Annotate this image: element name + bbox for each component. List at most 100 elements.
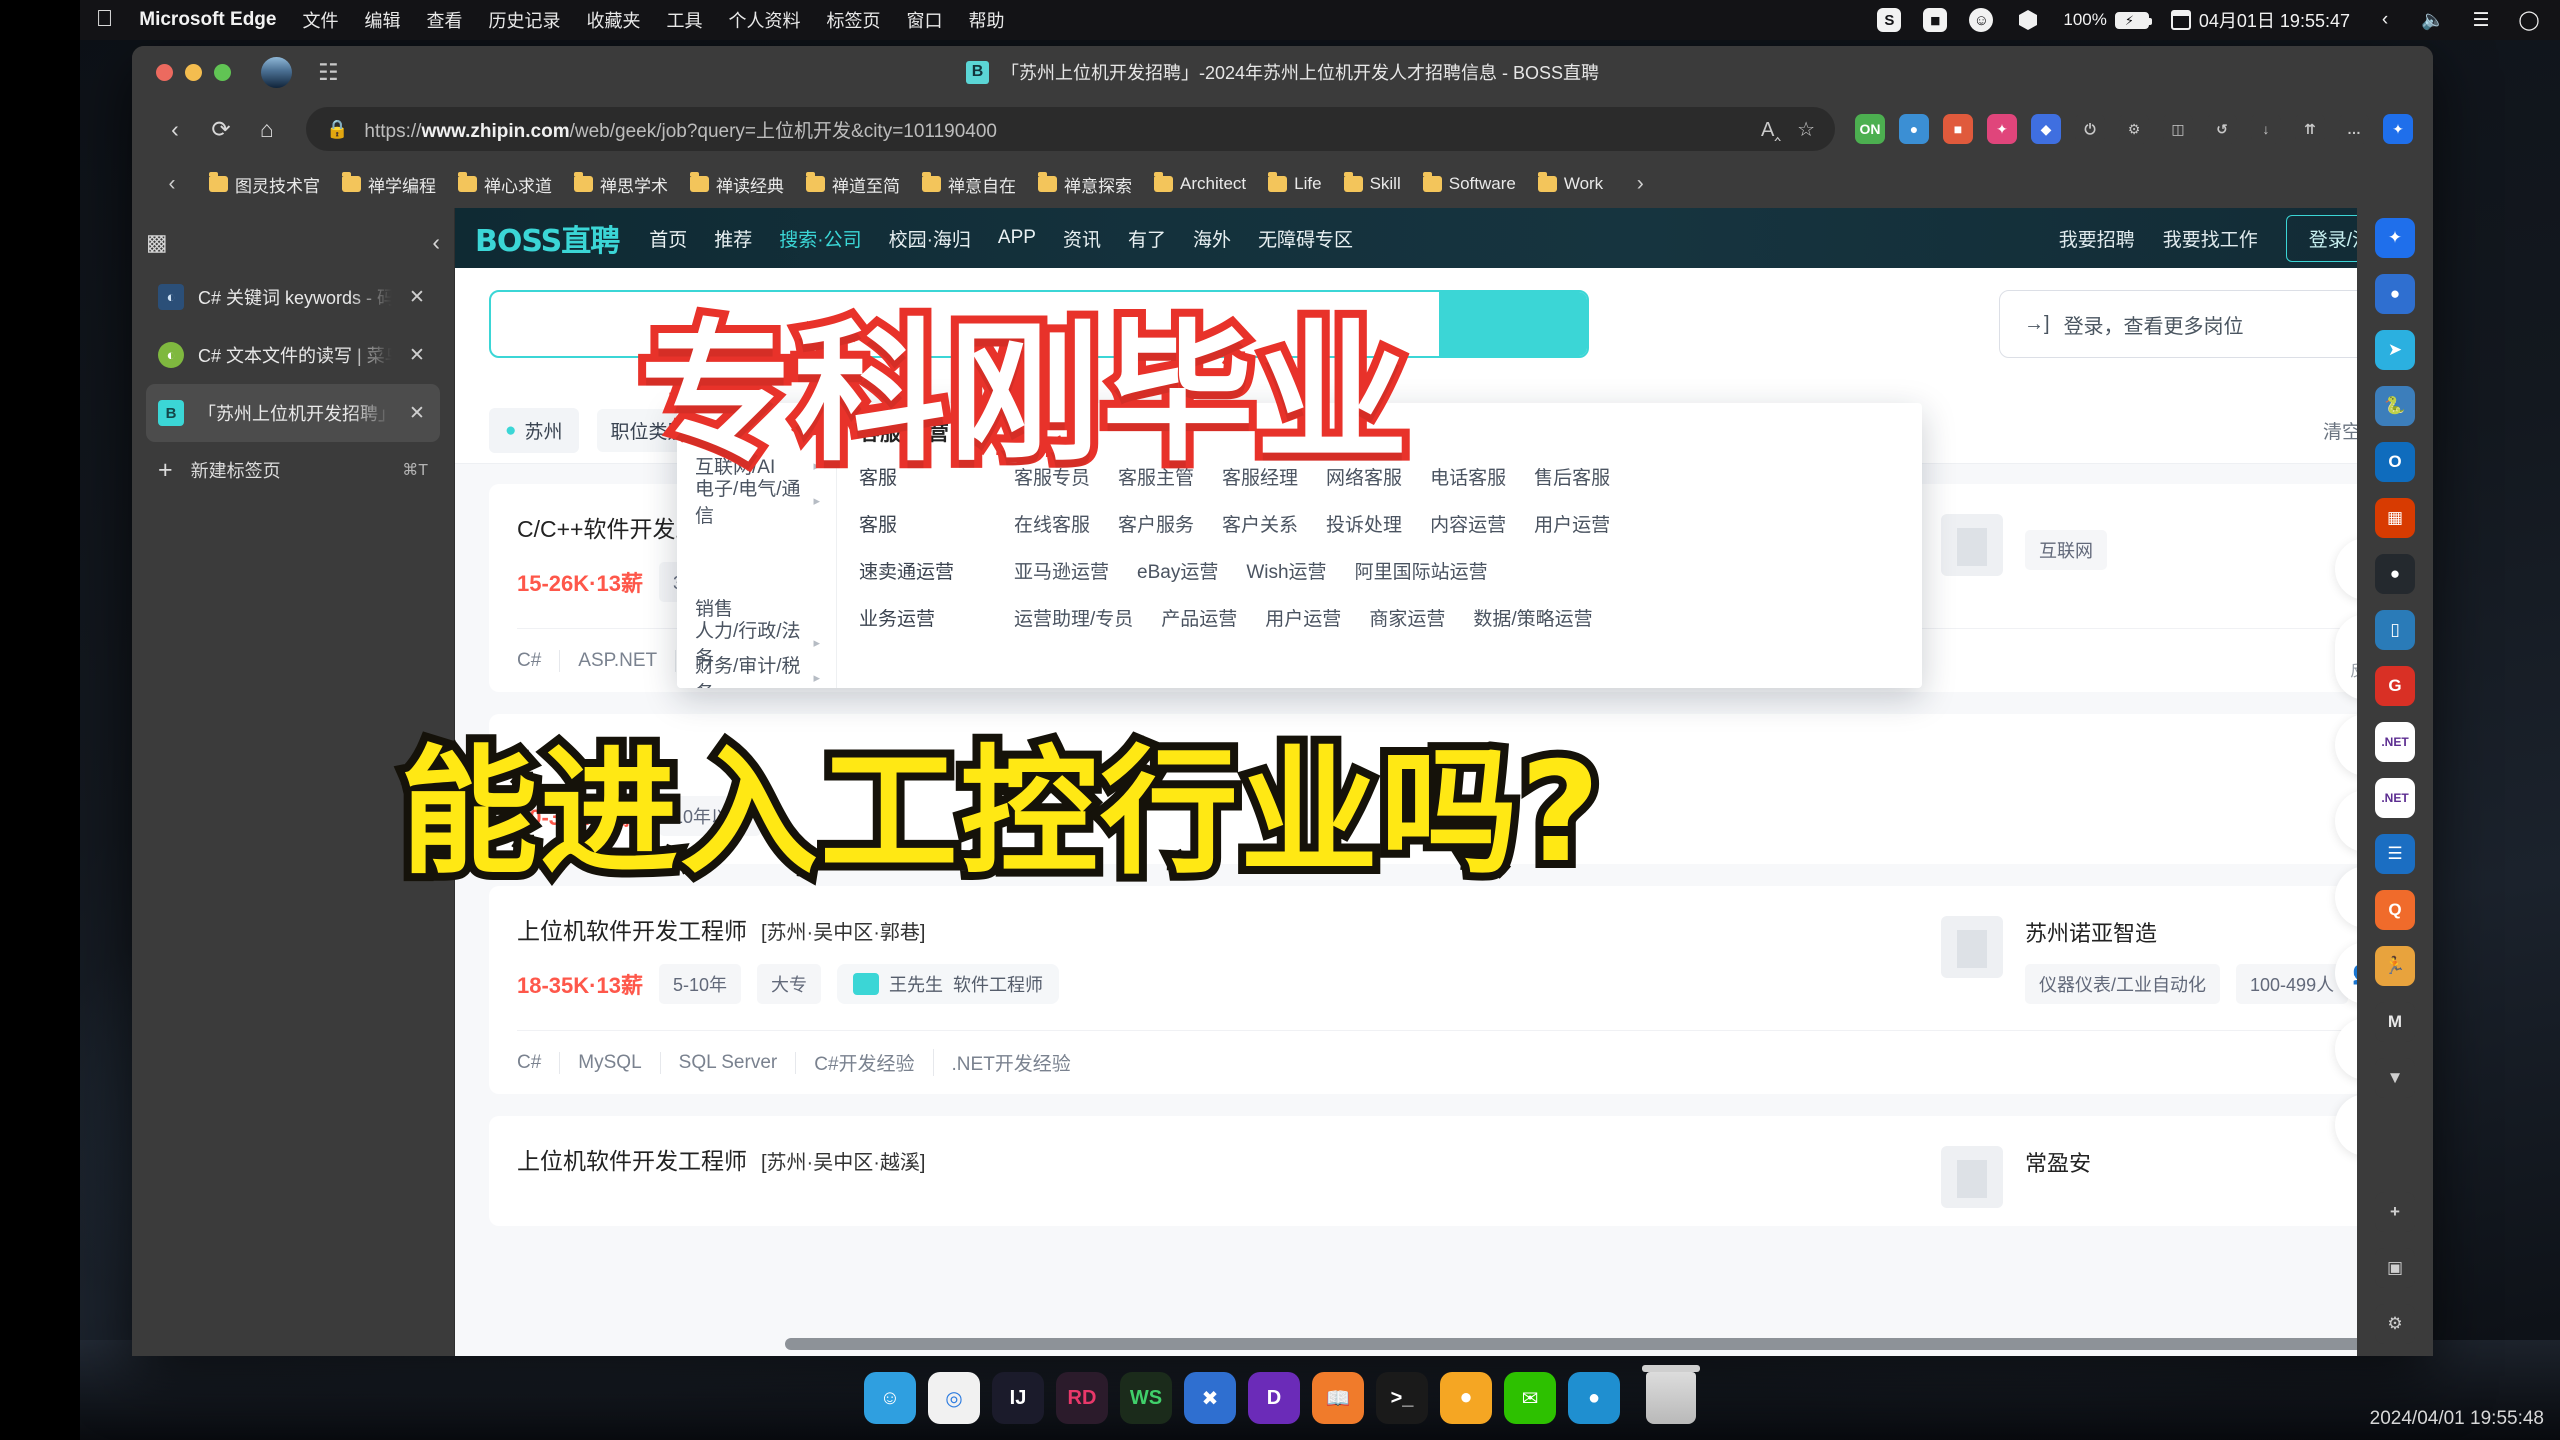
dropdown-option[interactable]: 客户关系 xyxy=(1222,510,1298,537)
close-tab-icon[interactable]: ✕ xyxy=(406,286,428,309)
back-button[interactable]: ‹ xyxy=(152,106,198,152)
workspaces-icon[interactable]: ☷ xyxy=(318,59,339,86)
home-button[interactable]: ⌂ xyxy=(244,106,290,152)
m-icon[interactable]: M xyxy=(2375,1002,2415,1042)
settings-extension-icon[interactable]: ⚙ xyxy=(2119,114,2149,144)
runner-icon[interactable]: 🏃 xyxy=(2375,946,2415,986)
on-extension-icon[interactable]: ON xyxy=(1855,114,1885,144)
close-window-button[interactable] xyxy=(156,63,173,81)
volume-icon[interactable]: 🔈 xyxy=(2420,7,2446,33)
nav-campus[interactable]: 校园·海归 xyxy=(889,225,971,252)
settings-icon[interactable]: ⚙ xyxy=(2375,1304,2415,1344)
dock-app-webstorm[interactable]: WS xyxy=(1120,1372,1172,1424)
new-tab-button[interactable]: + 新建标签页 ⌘T xyxy=(146,442,440,498)
dropdown-option[interactable]: 在线客服 xyxy=(1014,510,1090,537)
dropdown-option[interactable]: 产品运营 xyxy=(1161,604,1237,631)
menu-item-help[interactable]: 帮助 xyxy=(968,7,1004,33)
red-extension-icon[interactable]: ■ xyxy=(1943,114,1973,144)
sidebar-tab-csharp-file-io[interactable]: ◐ C# 文本文件的读写 | 菜鸟 ✕ xyxy=(146,326,440,384)
dropdown-option[interactable]: 电话客服 xyxy=(1430,463,1506,490)
dropdown-option[interactable]: 数据/策略运营 xyxy=(1473,604,1592,631)
history-icon[interactable]: ↺ xyxy=(2207,114,2237,144)
close-tab-icon[interactable]: ✕ xyxy=(406,402,428,425)
control-center-icon[interactable]: ☰ xyxy=(2468,7,2494,33)
sidebar-tab-csharp-keywords[interactable]: ◐ C# 关键词 keywords - 码 ✕ xyxy=(146,268,440,326)
refresh-button[interactable]: ⟳ xyxy=(198,106,244,152)
job-title[interactable]: 上位机软件开发工程师 xyxy=(517,912,747,946)
dock-app-terminal[interactable]: >_ xyxy=(1376,1372,1428,1424)
copilot-icon[interactable]: ✦ xyxy=(2375,218,2415,258)
dropdown-category-item[interactable]: 财务/审计/税务 ▸ xyxy=(677,656,836,689)
bookmark-item[interactable]: 禅意探索 xyxy=(1027,168,1143,201)
bookmark-item[interactable]: Software xyxy=(1412,170,1527,198)
bookmark-item[interactable]: Life xyxy=(1257,170,1332,198)
close-tab-icon[interactable]: ✕ xyxy=(406,344,428,367)
dropdown-option[interactable]: 用户运营 xyxy=(1534,510,1610,537)
company-name[interactable]: 常盈安 xyxy=(2025,1146,2091,1178)
tabs-panel-icon[interactable]: ▩ xyxy=(146,229,168,256)
edge-extension-icon[interactable]: ● xyxy=(1899,114,1929,144)
bookmark-item[interactable]: 禅意自在 xyxy=(911,168,1027,201)
dock-app-intellij[interactable]: IJ xyxy=(992,1372,1044,1424)
github-icon[interactable]: ● xyxy=(2375,554,2415,594)
copilot-icon[interactable]: ✦ xyxy=(2383,114,2413,144)
nav-news[interactable]: 资讯 xyxy=(1063,225,1101,252)
dropdown-option[interactable]: Wish运营 xyxy=(1246,557,1326,584)
job-card[interactable]: 上位机软件开发工程师 [苏州·吴中区·越溪] 常盈安 xyxy=(489,1116,2399,1226)
dropdown-option[interactable]: 客户服务 xyxy=(1118,510,1194,537)
capture-icon[interactable]: ▣ xyxy=(2375,1248,2415,1288)
nav-home[interactable]: 首页 xyxy=(649,225,687,252)
menu-item-favorites[interactable]: 收藏夹 xyxy=(586,7,640,33)
dropdown-option[interactable]: 运营助理/专员 xyxy=(1014,604,1133,631)
bookmark-item[interactable]: Architect xyxy=(1143,170,1257,198)
dock-app-datagrip[interactable]: D xyxy=(1248,1372,1300,1424)
maximize-window-button[interactable] xyxy=(214,63,231,81)
dropdown-option[interactable]: 阿里国际站运营 xyxy=(1355,557,1488,584)
minimize-window-button[interactable] xyxy=(185,63,202,81)
more-menu-icon[interactable]: … xyxy=(2339,114,2369,144)
nav-youle[interactable]: 有了 xyxy=(1128,225,1166,252)
favorite-star-icon[interactable]: ☆ xyxy=(1797,117,1815,142)
dropdown-option[interactable]: 内容运营 xyxy=(1430,510,1506,537)
nav-icon[interactable]: ➤ xyxy=(2375,330,2415,370)
plus-icon[interactable]: + xyxy=(2375,1192,2415,1232)
dropdown-option[interactable]: 用户运营 xyxy=(1265,604,1341,631)
snipaste-icon[interactable]: S xyxy=(1877,8,1902,32)
sidebar-collapse-icon[interactable]: ‹ xyxy=(432,229,440,256)
dropdown-option[interactable]: 商家运营 xyxy=(1369,604,1445,631)
bookmark-item[interactable]: Work xyxy=(1527,170,1614,198)
dock-app-xmind[interactable]: ✖ xyxy=(1184,1372,1236,1424)
chevron-left-icon[interactable]: ‹ xyxy=(2372,7,2398,33)
nav-overseas[interactable]: 海外 xyxy=(1193,225,1231,252)
bookmark-item[interactable]: 禅读经典 xyxy=(679,168,795,201)
dotnet-icon[interactable]: .NET xyxy=(2375,722,2415,762)
apple-menu-icon[interactable]:  xyxy=(96,7,113,33)
downloads-icon[interactable]: ↓ xyxy=(2251,114,2281,144)
bookmark-item[interactable]: 图灵技术官 xyxy=(198,168,331,201)
dock-app-wechat[interactable]: ✉ xyxy=(1504,1372,1556,1424)
image-icon[interactable]: ◾ xyxy=(1923,8,1948,32)
nav-recommend[interactable]: 推荐 xyxy=(714,225,752,252)
split-screen-icon[interactable]: ◫ xyxy=(2163,114,2193,144)
python-icon[interactable]: 🐍 xyxy=(2375,386,2415,426)
dock-app-bitwarden[interactable]: ⚫ xyxy=(1440,1372,1492,1424)
login-more-jobs-card[interactable]: →] 登录，查看更多岗位 xyxy=(1999,290,2399,358)
menu-item-window[interactable]: 窗口 xyxy=(906,7,942,33)
share-icon[interactable]: ⇈ xyxy=(2295,114,2325,144)
nav-search-company[interactable]: 搜索·公司 xyxy=(779,225,861,252)
read-aloud-icon[interactable]: A‸ xyxy=(1761,117,1781,142)
menu-item-file[interactable]: 文件 xyxy=(302,7,338,33)
face-icon[interactable]: ☺ xyxy=(1969,8,1994,32)
circle-blue-icon[interactable]: ● xyxy=(2375,274,2415,314)
bookmark-item[interactable]: 禅心求道 xyxy=(447,168,563,201)
dropdown-option[interactable]: 投诉处理 xyxy=(1326,510,1402,537)
dock-app-chrome[interactable]: ◎ xyxy=(928,1372,980,1424)
search-button[interactable] xyxy=(1439,292,1587,356)
avatar[interactable] xyxy=(261,56,292,88)
pink-extension-icon[interactable]: ✦ xyxy=(1987,114,2017,144)
dock-app-edge[interactable]: ● xyxy=(1568,1372,1620,1424)
job-card[interactable]: 上位机软件开发工程师 [苏州·吴中区·郭巷] 18-35K·13薪 5-10年 … xyxy=(489,886,2399,1094)
shield-icon[interactable] xyxy=(2015,7,2041,33)
layers-icon[interactable]: ☰ xyxy=(2375,834,2415,874)
bookmark-item[interactable]: 禅学编程 xyxy=(331,168,447,201)
